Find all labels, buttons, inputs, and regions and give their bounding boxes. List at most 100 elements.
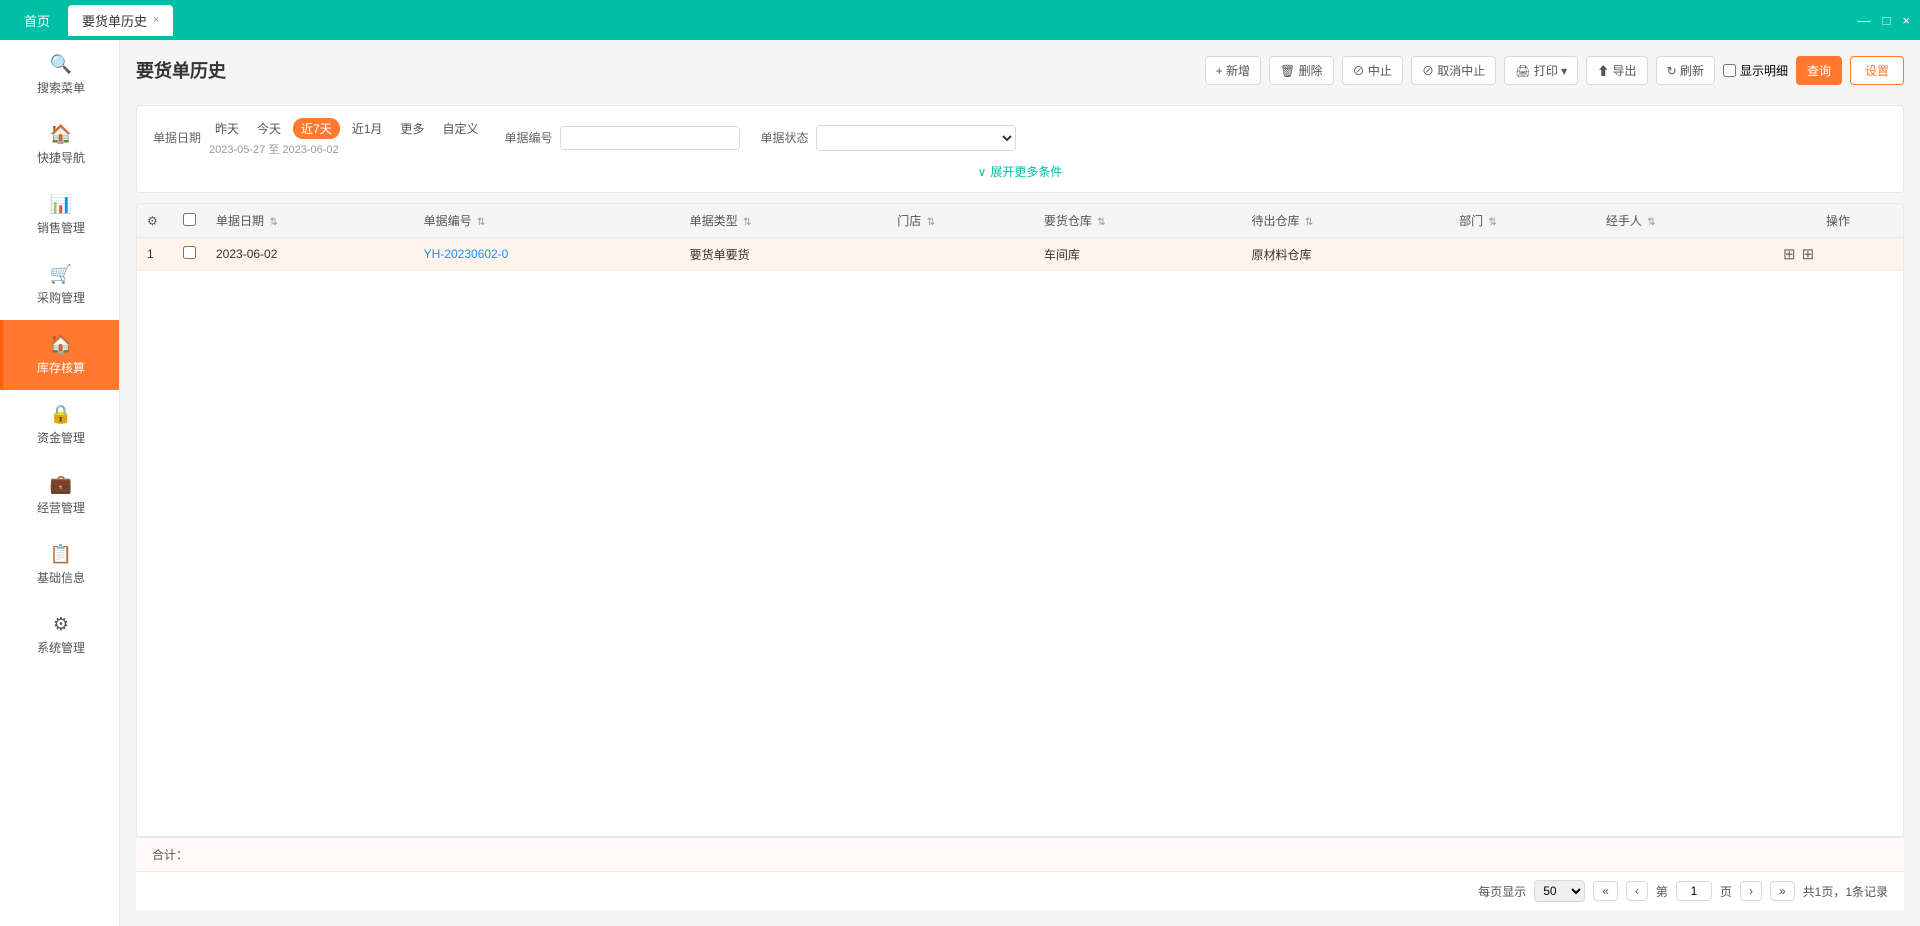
more-icon[interactable]: ⊞ (1802, 245, 1815, 263)
filter-row: 单据日期 昨天 今天 近7天 近1月 更多 自定义 2023-05-27 至 2… (153, 118, 1887, 157)
col-store-label: 门店 (897, 214, 921, 228)
top-bar: 首页 要货单历史 × — □ × (0, 0, 1920, 40)
add-button[interactable]: + 新增 (1205, 56, 1261, 85)
shortcut-custom[interactable]: 自定义 (436, 118, 484, 139)
table-row: 1 2023-06-02 YH-20230602-0 要货单要货 车间库 原材料… (137, 238, 1903, 271)
page-number-input[interactable] (1676, 881, 1712, 901)
row-date: 2023-06-02 (206, 238, 414, 271)
row-req-warehouse: 车间库 (1034, 238, 1242, 271)
sidebar: 🔍 搜索菜单 🏠 快捷导航 📊 销售管理 🛒 采购管理 🏠 库存核算 🔒 资金管… (0, 40, 120, 926)
system-icon: ⚙ (53, 614, 69, 635)
sidebar-item-system[interactable]: ⚙ 系统管理 (0, 600, 119, 670)
refresh-button[interactable]: ↻ 刷新 (1656, 56, 1715, 85)
col-order-type[interactable]: 单据类型 ⇅ (680, 204, 888, 238)
order-no-link[interactable]: YH-20230602-0 (424, 247, 509, 261)
close-icon[interactable]: × (153, 14, 159, 26)
cancel-stop-button[interactable]: ⊘ 取消中止 (1411, 56, 1496, 85)
shortcut-more[interactable]: 更多 (394, 118, 430, 139)
sales-icon: 📊 (50, 194, 72, 215)
date-range-display: 2023-05-27 至 2023-06-02 (209, 141, 484, 157)
sidebar-item-inventory[interactable]: 🏠 库存核算 (0, 320, 119, 390)
show-detail-checkbox[interactable] (1723, 64, 1736, 77)
sidebar-item-purchase[interactable]: 🛒 采购管理 (0, 250, 119, 320)
select-all-checkbox[interactable] (183, 213, 196, 226)
filter-orderno-input[interactable] (560, 126, 740, 150)
expand-more-btn[interactable]: ∨ 展开更多条件 (153, 163, 1887, 180)
stop-button-label: ⊘ 中止 (1353, 62, 1392, 79)
sidebar-item-sales[interactable]: 📊 销售管理 (0, 180, 119, 250)
shortcut-today[interactable]: 今天 (251, 118, 287, 139)
sort-icon-date: ⇅ (269, 217, 277, 228)
prev-page-btn[interactable]: ‹ (1626, 881, 1648, 901)
minimize-icon[interactable]: — (1858, 13, 1871, 28)
sidebar-item-label: 基础信息 (37, 569, 85, 586)
window-close-icon[interactable]: × (1902, 13, 1910, 28)
delete-button[interactable]: 🗑 删除 (1269, 56, 1334, 85)
row-actions: ⊞ ⊞ (1773, 238, 1903, 271)
sidebar-item-label: 资金管理 (37, 429, 85, 446)
col-date-label: 单据日期 (216, 214, 264, 228)
col-order-no[interactable]: 单据编号 ⇅ (414, 204, 680, 238)
sort-icon-handler: ⇅ (1647, 217, 1655, 228)
basic-info-icon: 📋 (50, 544, 72, 565)
stop-button[interactable]: ⊘ 中止 (1342, 56, 1403, 85)
page-size-select[interactable]: 20 50 100 200 (1534, 880, 1585, 902)
sidebar-item-basic-info[interactable]: 📋 基础信息 (0, 530, 119, 600)
maximize-icon[interactable]: □ (1883, 13, 1891, 28)
col-action-label: 操作 (1826, 214, 1850, 228)
page-title: 要货单历史 (136, 57, 226, 83)
col-department[interactable]: 部门 ⇅ (1449, 204, 1596, 238)
settings-button[interactable]: 设置 (1850, 56, 1904, 85)
sort-icon-store: ⇅ (927, 217, 935, 228)
tab-home[interactable]: 首页 (10, 5, 64, 36)
sort-icon-pending-warehouse: ⇅ (1305, 217, 1313, 228)
shortcut-1month[interactable]: 近1月 (346, 118, 389, 139)
shortcut-yesterday[interactable]: 昨天 (209, 118, 245, 139)
current-page-label: 第 (1656, 883, 1668, 900)
operations-icon: 💼 (50, 474, 72, 495)
col-setting[interactable]: ⚙ (137, 204, 173, 238)
col-store[interactable]: 门店 ⇅ (887, 204, 1034, 238)
show-detail-checkbox-label[interactable]: 显示明细 (1723, 62, 1788, 79)
print-button[interactable]: 🖨 打印 ▾ (1504, 56, 1578, 85)
print-button-label: 🖨 打印 ▾ (1515, 62, 1567, 79)
filter-panel: 单据日期 昨天 今天 近7天 近1月 更多 自定义 2023-05-27 至 2… (136, 105, 1904, 193)
export-button[interactable]: ⬆ 导出 (1586, 56, 1647, 85)
col-department-label: 部门 (1459, 214, 1483, 228)
col-pending-warehouse[interactable]: 待出仓库 ⇅ (1242, 204, 1450, 238)
last-page-btn[interactable]: » (1770, 881, 1795, 901)
table-header-row: ⚙ 单据日期 ⇅ 单据编号 ⇅ 单据类型 (137, 204, 1903, 238)
col-order-no-label: 单据编号 (424, 214, 472, 228)
row-index: 1 (137, 238, 173, 271)
cancel-stop-button-label: ⊘ 取消中止 (1422, 62, 1485, 79)
purchase-icon: 🛒 (50, 264, 72, 285)
filter-status-label: 单据状态 (760, 129, 808, 146)
query-button-label: 查询 (1807, 62, 1831, 79)
sidebar-item-label: 经营管理 (37, 499, 85, 516)
first-page-btn[interactable]: « (1593, 881, 1618, 901)
edit-icon[interactable]: ⊞ (1783, 245, 1796, 263)
row-order-type: 要货单要货 (680, 238, 888, 271)
sidebar-item-quick-nav[interactable]: 🏠 快捷导航 (0, 110, 119, 180)
expand-more-label: 展开更多条件 (990, 163, 1062, 180)
col-req-warehouse[interactable]: 要货仓库 ⇅ (1034, 204, 1242, 238)
quick-nav-icon: 🏠 (50, 124, 72, 145)
filter-status-select[interactable] (816, 125, 1016, 151)
main-layout: 🔍 搜索菜单 🏠 快捷导航 📊 销售管理 🛒 采购管理 🏠 库存核算 🔒 资金管… (0, 40, 1920, 926)
add-button-label: + 新增 (1216, 62, 1250, 79)
sidebar-item-finance[interactable]: 🔒 资金管理 (0, 390, 119, 460)
filter-date-item: 单据日期 昨天 今天 近7天 近1月 更多 自定义 2023-05-27 至 2… (153, 118, 484, 157)
total-info: 共1页，1条记录 (1803, 883, 1888, 900)
sidebar-item-operations[interactable]: 💼 经营管理 (0, 460, 119, 530)
shortcut-7days[interactable]: 近7天 (293, 118, 340, 139)
next-page-btn[interactable]: › (1740, 881, 1762, 901)
content-area: 要货单历史 + 新增 🗑 删除 ⊘ 中止 ⊘ 取消中止 🖨 打印 ▾ (120, 40, 1920, 926)
col-handler[interactable]: 经手人 ⇅ (1596, 204, 1773, 238)
query-button[interactable]: 查询 (1796, 56, 1842, 85)
col-date[interactable]: 单据日期 ⇅ (206, 204, 414, 238)
row-select-checkbox[interactable] (183, 246, 196, 259)
tab-yaohuodan[interactable]: 要货单历史 × (68, 5, 173, 36)
sidebar-item-search-menu[interactable]: 🔍 搜索菜单 (0, 40, 119, 110)
sidebar-item-label: 采购管理 (37, 289, 85, 306)
col-handler-label: 经手人 (1606, 214, 1642, 228)
